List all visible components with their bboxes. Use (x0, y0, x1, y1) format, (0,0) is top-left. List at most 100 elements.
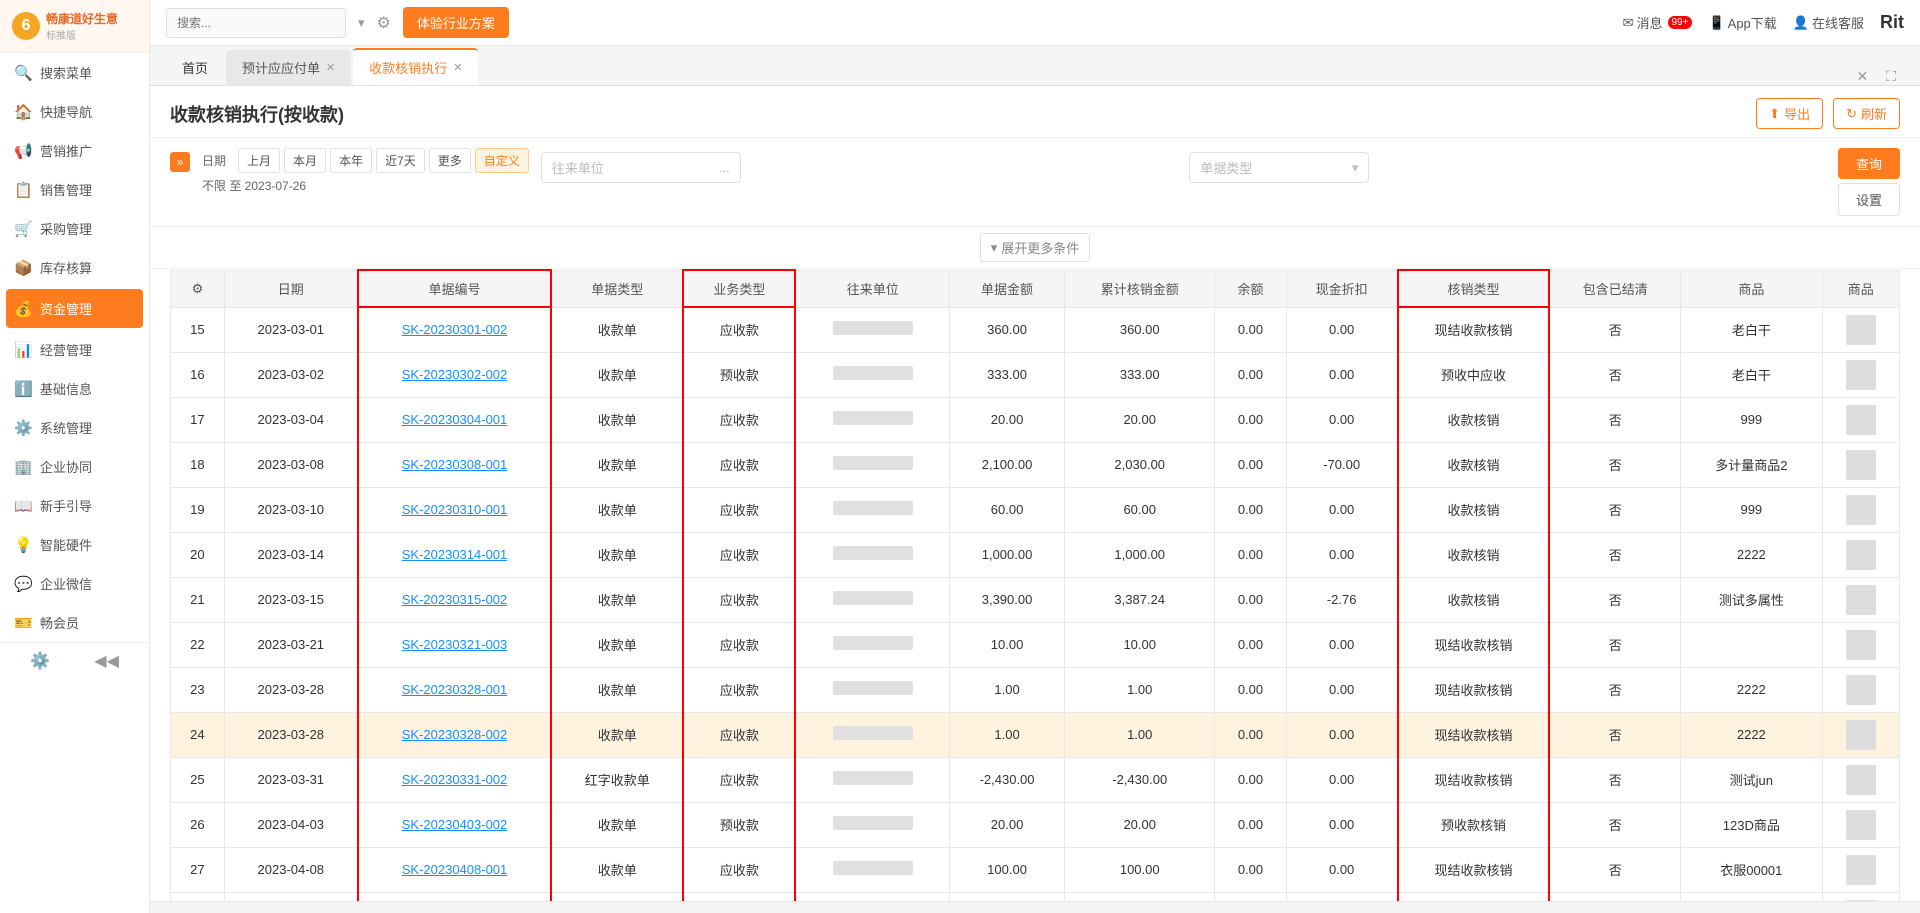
row-include-settled: 否 (1549, 802, 1680, 847)
doc-no-link[interactable]: SK-20230328-001 (402, 682, 508, 697)
doc-no-link[interactable]: SK-20230321-003 (402, 637, 508, 652)
sidebar-item-guide[interactable]: 📖 新手引导 (0, 486, 149, 525)
row-partner (795, 307, 949, 352)
sidebar-item-finance[interactable]: 💰 资金管理 (6, 289, 143, 328)
sidebar-item-member[interactable]: 🎫 畅会员 (0, 603, 149, 642)
sidebar-item-operation[interactable]: 📊 经营管理 (0, 330, 149, 369)
col-header-product[interactable]: 商品 (1681, 270, 1822, 307)
sidebar-item-enterprise[interactable]: 🏢 企业协同 (0, 447, 149, 486)
custom-btn[interactable]: 自定义 (475, 148, 529, 173)
export-button[interactable]: ⬆ 导出 (1756, 98, 1823, 129)
row-writeoff-type: 现结收款核销 (1398, 667, 1550, 712)
tab-receivable-close[interactable]: ✕ (453, 61, 462, 74)
solution-button[interactable]: 体验行业方案 (403, 7, 509, 38)
expand-filter-icon[interactable]: » (170, 152, 190, 172)
sidebar-item-search[interactable]: 🔍 搜索菜单 (0, 53, 149, 92)
col-header-writeoff-type[interactable]: 核销类型 (1398, 270, 1550, 307)
service-icon: 👤 (1793, 15, 1809, 31)
online-service-link[interactable]: 👤 在线客服 (1793, 13, 1864, 32)
row-balance: 0.00 (1215, 307, 1286, 352)
type-select[interactable]: 单据类型 ▾ (1189, 152, 1369, 183)
topbar-search-input[interactable] (166, 8, 346, 38)
row-product2 (1822, 442, 1899, 487)
row-doc-no: SK-20230314-001 (358, 532, 551, 577)
sidebar-collapse-icon[interactable]: ◀◀ (94, 651, 119, 671)
tab-payable[interactable]: 预计应应付单 ✕ (226, 50, 351, 85)
col-header-date[interactable]: 日期 (224, 270, 357, 307)
row-date: 2023-03-10 (224, 487, 357, 532)
table-row: 22 2023-03-21 SK-20230321-003 收款单 应收款 10… (171, 622, 1900, 667)
row-cash-discount: 0.00 (1286, 307, 1398, 352)
expand-more-btn[interactable]: ▾ 展开更多条件 (980, 233, 1091, 262)
purchase-icon: 🛒 (14, 220, 32, 238)
row-include-settled: 否 (1549, 307, 1680, 352)
doc-no-link[interactable]: SK-20230308-001 (402, 457, 508, 472)
tab-receivable[interactable]: 收款核销执行 ✕ (353, 48, 478, 85)
message-link[interactable]: ✉ 消息 99+ (1623, 13, 1693, 32)
col-header-amount[interactable]: 单据金额 (949, 270, 1064, 307)
row-amount: 360.00 (949, 307, 1064, 352)
tab-maximize-icon[interactable]: ⛶ (1878, 68, 1904, 85)
doc-no-link[interactable]: SK-20230331-002 (402, 772, 508, 787)
col-header-balance[interactable]: 余额 (1215, 270, 1286, 307)
row-cash-discount: 0.00 (1286, 667, 1398, 712)
setting-button[interactable]: 设置 (1838, 183, 1900, 216)
sidebar-item-marketing[interactable]: 📢 营销推广 (0, 131, 149, 170)
col-header-include-settled[interactable]: 包含已结清 (1549, 270, 1680, 307)
doc-no-link[interactable]: SK-20230314-001 (402, 547, 508, 562)
row-cash-discount: 0.00 (1286, 757, 1398, 802)
col-header-writeoff-total[interactable]: 累计核销金额 (1065, 270, 1215, 307)
horizontal-scrollbar[interactable] (150, 901, 1920, 913)
sidebar-item-quicknav[interactable]: 🏠 快捷导航 (0, 92, 149, 131)
tab-payable-close[interactable]: ✕ (326, 61, 335, 74)
table-row: 28 2023-04-18 SK-20230418-001 收款单 应收款 10… (171, 892, 1900, 901)
doc-no-link[interactable]: SK-20230301-002 (402, 322, 508, 337)
row-writeoff-total: 333.00 (1065, 352, 1215, 397)
sidebar-item-purchase[interactable]: 🛒 采购管理 (0, 209, 149, 248)
tab-close-all-icon[interactable]: ✕ (1848, 68, 1876, 85)
query-button[interactable]: 查询 (1838, 148, 1900, 179)
sidebar-settings-icon[interactable]: ⚙️ (30, 651, 50, 671)
col-header-gear[interactable]: ⚙ (171, 270, 225, 307)
sidebar-item-basic[interactable]: ℹ️ 基础信息 (0, 369, 149, 408)
last-month-btn[interactable]: 上月 (238, 148, 280, 173)
topbar-gear-icon[interactable]: ⚙ (377, 13, 391, 33)
row-balance: 0.00 (1215, 487, 1286, 532)
tab-home[interactable]: 首页 (166, 50, 224, 85)
col-header-partner[interactable]: 往来单位 (795, 270, 949, 307)
sidebar-item-wechat[interactable]: 💬 企业微信 (0, 564, 149, 603)
doc-no-link[interactable]: SK-20230310-001 (402, 502, 508, 517)
doc-no-link[interactable]: SK-20230408-001 (402, 862, 508, 877)
table-row: 26 2023-04-03 SK-20230403-002 收款单 预收款 20… (171, 802, 1900, 847)
last7-btn[interactable]: 近7天 (376, 148, 425, 173)
doc-no-link[interactable]: SK-20230302-002 (402, 367, 508, 382)
doc-no-link[interactable]: SK-20230403-002 (402, 817, 508, 832)
sidebar-item-sales[interactable]: 📋 销售管理 (0, 170, 149, 209)
col-header-product2[interactable]: 商品 (1822, 270, 1899, 307)
doc-no-link[interactable]: SK-20230315-002 (402, 592, 508, 607)
col-header-cash-discount[interactable]: 现金折扣 (1286, 270, 1398, 307)
row-cash-discount: 0.00 (1286, 712, 1398, 757)
col-header-doc-no[interactable]: 单据编号 (358, 270, 551, 307)
col-header-biz-type[interactable]: 业务类型 (683, 270, 795, 307)
enterprise-icon: 🏢 (14, 458, 32, 476)
sidebar-item-hardware[interactable]: 💡 智能硬件 (0, 525, 149, 564)
row-product: 2222 (1681, 892, 1822, 901)
row-include-settled: 否 (1549, 667, 1680, 712)
doc-no-link[interactable]: SK-20230304-001 (402, 412, 508, 427)
more-btn[interactable]: 更多 (429, 148, 471, 173)
this-month-btn[interactable]: 本月 (284, 148, 326, 173)
topbar-dropdown-icon[interactable]: ▾ (358, 15, 365, 31)
sidebar: 6 畅康道好生意 标推版 🔍 搜索菜单 🏠 快捷导航 📢 营销推广 📋 销售管理… (0, 0, 150, 913)
sidebar-item-system[interactable]: ⚙️ 系统管理 (0, 408, 149, 447)
refresh-button[interactable]: ↻ 刷新 (1833, 98, 1900, 129)
partner-input[interactable]: 往来单位 ... (541, 152, 741, 183)
row-cash-discount: 0.00 (1286, 622, 1398, 667)
app-download-link[interactable]: 📱 App下载 (1708, 13, 1776, 32)
row-biz-type: 预收款 (683, 352, 795, 397)
doc-no-link[interactable]: SK-20230328-002 (402, 727, 508, 742)
this-year-btn[interactable]: 本年 (330, 148, 372, 173)
row-biz-type: 应收款 (683, 712, 795, 757)
sidebar-item-inventory[interactable]: 📦 库存核算 (0, 248, 149, 287)
col-header-doc-type[interactable]: 单据类型 (551, 270, 683, 307)
